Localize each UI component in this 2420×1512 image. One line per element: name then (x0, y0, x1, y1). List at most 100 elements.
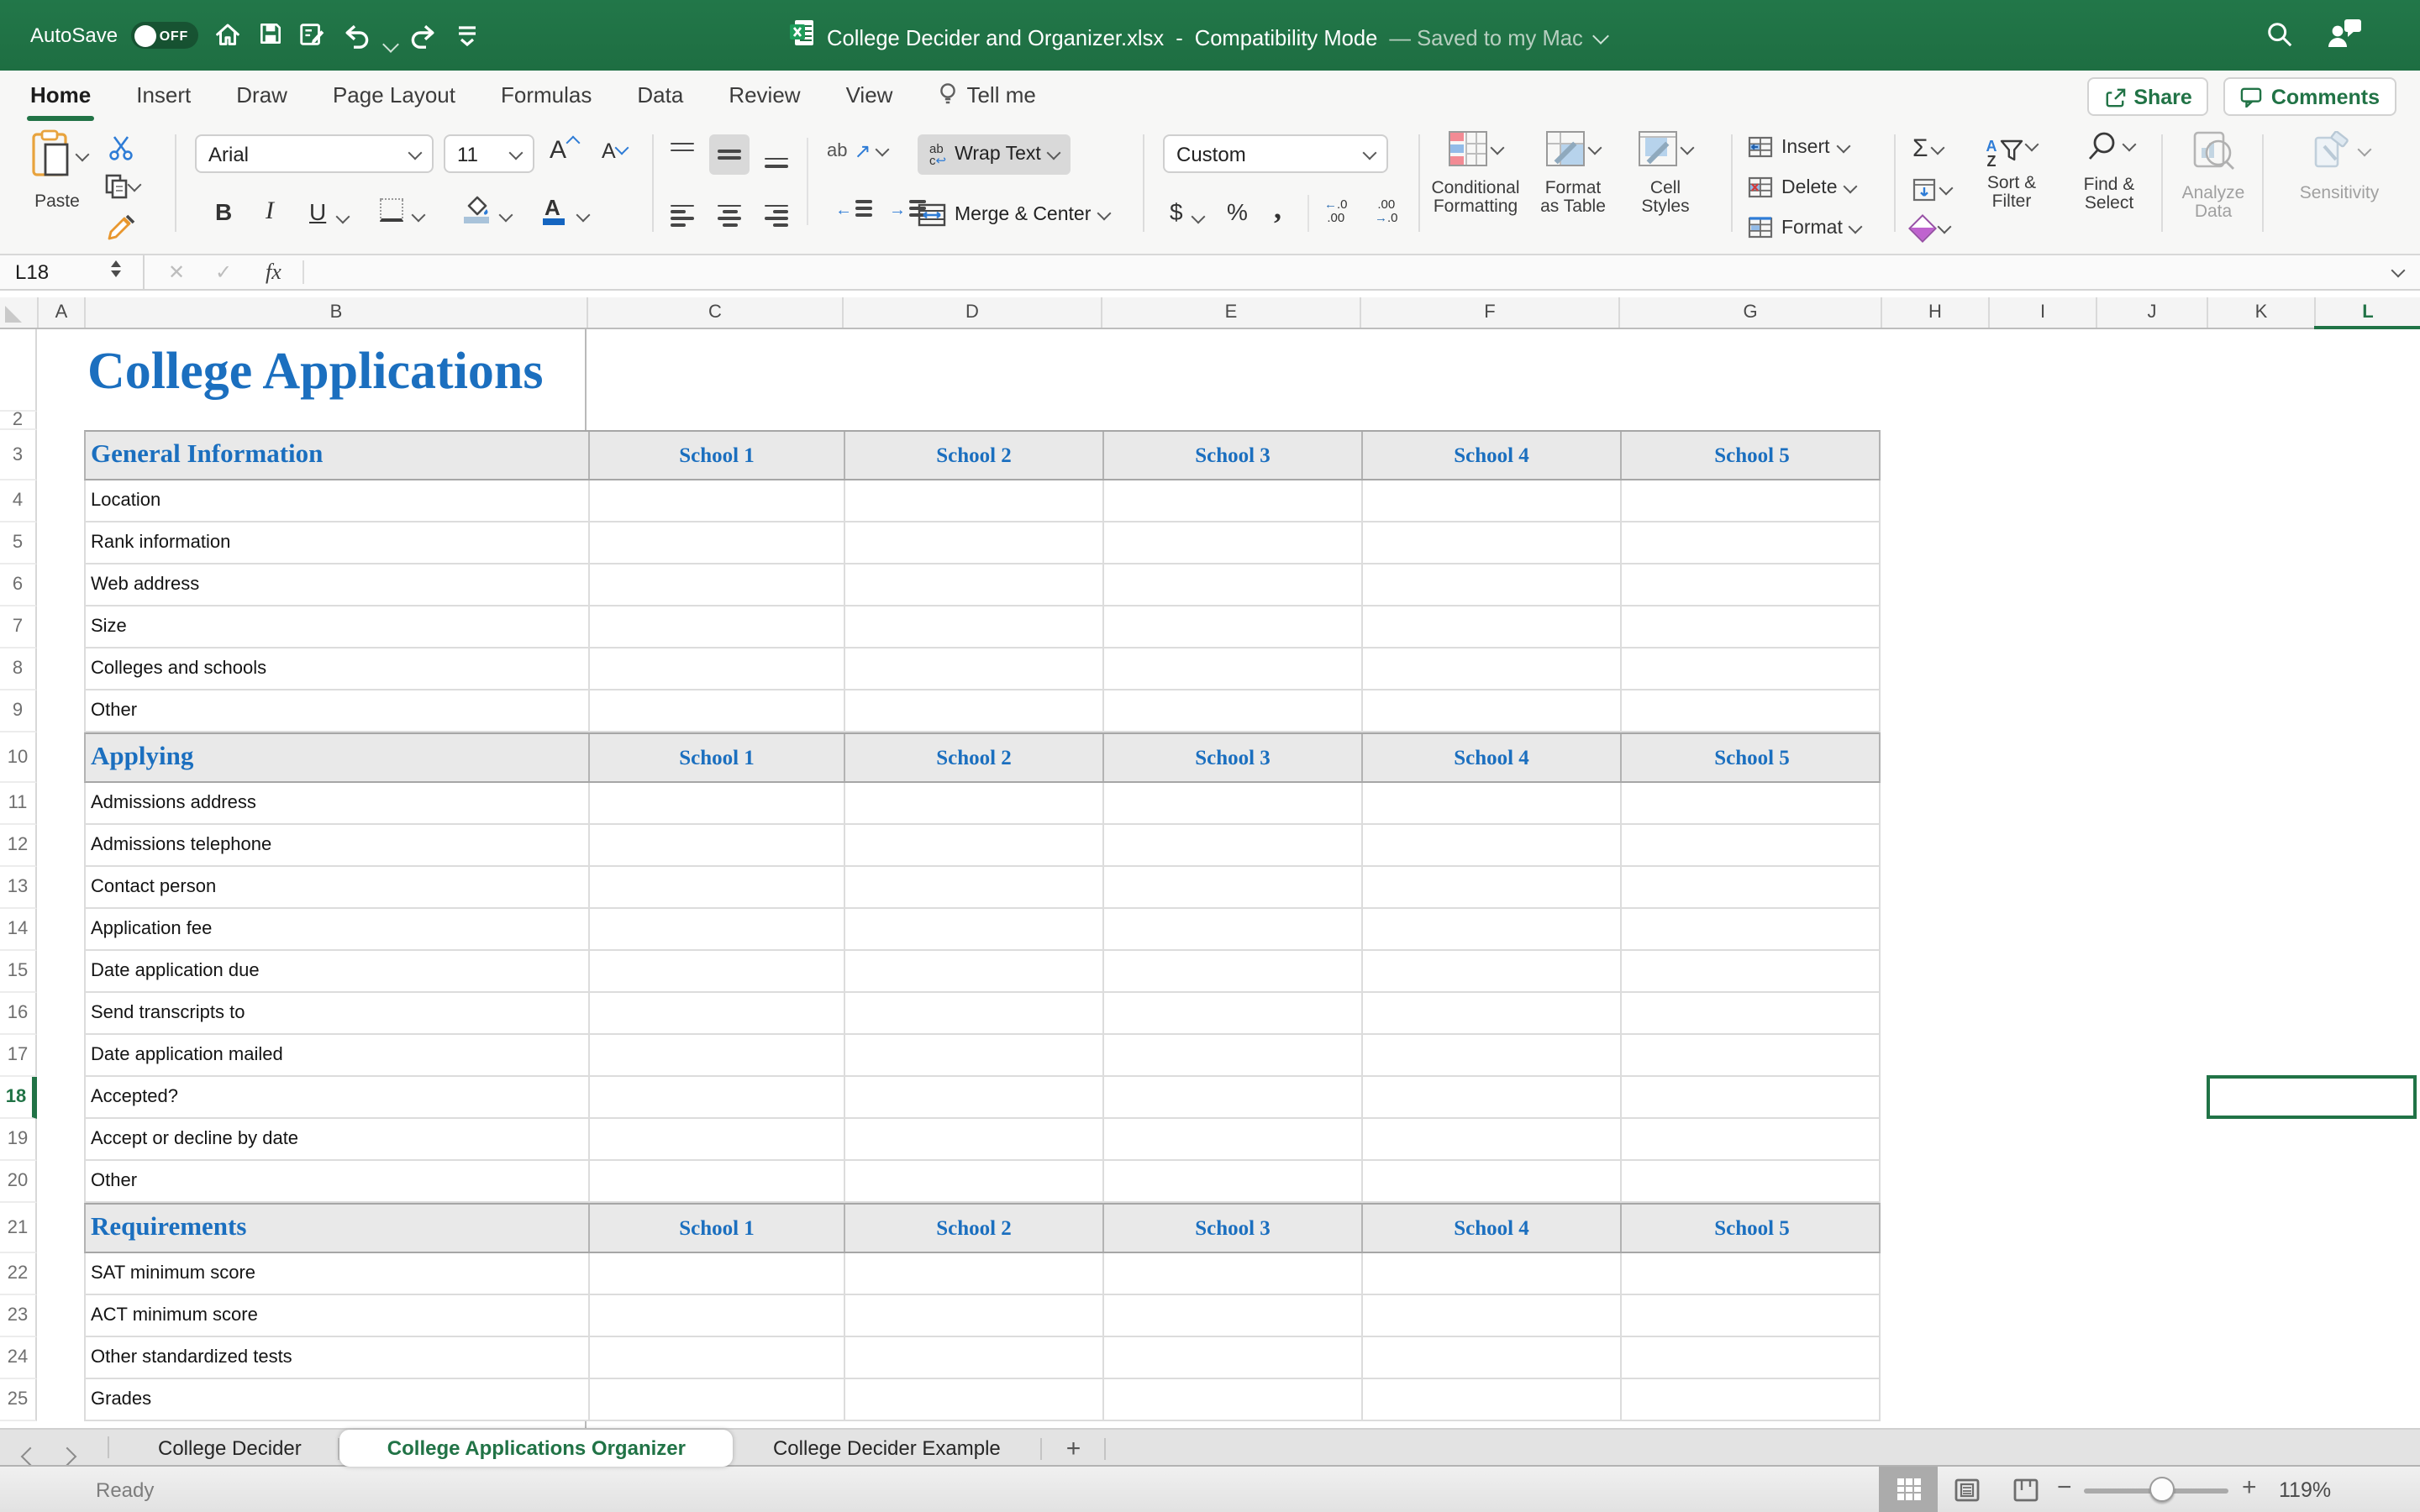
empty-cell[interactable] (1361, 522, 1620, 563)
empty-cell[interactable] (1361, 1295, 1620, 1336)
empty-cell[interactable] (844, 1035, 1102, 1075)
column-header-B[interactable]: B (84, 297, 587, 328)
enter-icon[interactable]: ✓ (215, 260, 232, 284)
empty-cell[interactable] (844, 1161, 1102, 1201)
redo-icon[interactable] (408, 22, 439, 57)
currency-dropdown-icon[interactable] (1191, 209, 1206, 224)
empty-cell[interactable] (1620, 783, 1879, 823)
row-header-11[interactable]: 11 (0, 783, 37, 825)
row-header-23[interactable]: 23 (0, 1295, 37, 1337)
empty-cell[interactable] (1620, 522, 1879, 563)
decrease-indent-button[interactable]: ← (835, 200, 872, 222)
empty-cell[interactable] (844, 951, 1102, 991)
row-header-24[interactable]: 24 (0, 1337, 37, 1379)
empty-cell[interactable] (1361, 1077, 1620, 1117)
fill-color-dropdown-icon[interactable] (498, 207, 513, 223)
empty-cell[interactable] (588, 1161, 844, 1201)
empty-cell[interactable] (1102, 783, 1361, 823)
empty-cell[interactable] (844, 522, 1102, 563)
empty-cell[interactable] (588, 690, 844, 731)
column-header-E[interactable]: E (1101, 297, 1360, 328)
formula-bar-expand-icon[interactable] (2391, 263, 2406, 278)
section-label-cell[interactable]: Applying (86, 734, 588, 781)
empty-cell[interactable] (844, 825, 1102, 865)
sort-filter-button[interactable]: A Z Sort & Filter (1966, 129, 2057, 212)
wrap-text-button[interactable]: ab c↩ Wrap Text (918, 134, 1071, 175)
copy-icon[interactable] (104, 173, 142, 200)
zoom-in-button[interactable]: + (2242, 1473, 2257, 1502)
column-header-J[interactable]: J (2096, 297, 2207, 328)
empty-cell[interactable] (844, 783, 1102, 823)
undo-dropdown-icon[interactable] (376, 32, 399, 62)
autosave-toggle[interactable]: OFF (131, 22, 199, 49)
empty-cell[interactable] (1361, 480, 1620, 521)
empty-cell[interactable] (1102, 867, 1361, 907)
row-header-3[interactable]: 3 (0, 430, 37, 480)
empty-cell[interactable] (1361, 909, 1620, 949)
empty-cell[interactable] (1620, 993, 1879, 1033)
bold-button[interactable]: B (215, 198, 232, 225)
row-header-10[interactable]: 10 (0, 732, 37, 783)
row-header-8[interactable]: 8 (0, 648, 37, 690)
row-label-cell[interactable]: SAT minimum score (86, 1253, 588, 1294)
empty-cell[interactable] (1102, 690, 1361, 731)
align-bottom-button[interactable] (756, 134, 797, 175)
row-header-15[interactable]: 15 (0, 951, 37, 993)
empty-cell[interactable] (588, 1295, 844, 1336)
school-header-cell[interactable]: School 2 (844, 1205, 1102, 1252)
borders-icon[interactable] (380, 198, 403, 222)
column-header-L[interactable]: L (2314, 297, 2420, 329)
insert-cells-button[interactable]: Insert (1748, 136, 1851, 158)
row-header-25[interactable]: 25 (0, 1379, 37, 1421)
row-header-7[interactable]: 7 (0, 606, 37, 648)
school-header-cell[interactable]: School 2 (844, 432, 1102, 479)
row-label-cell[interactable]: Other standardized tests (86, 1337, 588, 1378)
save-icon[interactable] (257, 20, 284, 55)
row-label-cell[interactable]: Other (86, 690, 588, 731)
empty-cell[interactable] (1361, 1161, 1620, 1201)
empty-cell[interactable] (1102, 1119, 1361, 1159)
empty-cell[interactable] (1102, 1337, 1361, 1378)
row-header-21[interactable]: 21 (0, 1203, 37, 1253)
shrink-font-button[interactable]: A (602, 139, 630, 163)
page-layout-view-button[interactable] (1938, 1467, 1996, 1512)
empty-cell[interactable] (588, 825, 844, 865)
paste-button[interactable]: Paste (17, 129, 97, 212)
row-header-5[interactable]: 5 (0, 522, 37, 564)
home-icon[interactable] (213, 20, 242, 57)
empty-cell[interactable] (844, 993, 1102, 1033)
number-format-select[interactable]: Custom (1163, 134, 1388, 173)
zoom-slider-thumb[interactable] (2149, 1477, 2175, 1502)
empty-cell[interactable] (588, 1253, 844, 1294)
column-header-A[interactable]: A (37, 297, 84, 328)
empty-cell[interactable] (588, 909, 844, 949)
undo-icon[interactable] (341, 22, 371, 57)
row-label-cell[interactable]: Date application mailed (86, 1035, 588, 1075)
row-header-1[interactable] (0, 329, 37, 412)
empty-cell[interactable] (1620, 1077, 1879, 1117)
empty-cell[interactable] (1620, 951, 1879, 991)
align-left-button[interactable] (662, 195, 702, 235)
row-label-cell[interactable]: Other (86, 1161, 588, 1201)
tab-draw[interactable]: Draw (236, 71, 287, 120)
school-header-cell[interactable]: School 1 (588, 734, 844, 781)
empty-cell[interactable] (1102, 564, 1361, 605)
empty-cell[interactable] (844, 1077, 1102, 1117)
section-label-cell[interactable]: General Information (86, 432, 588, 479)
empty-cell[interactable] (1361, 1253, 1620, 1294)
search-icon[interactable] (2265, 20, 2294, 57)
school-header-cell[interactable]: School 3 (1102, 432, 1361, 479)
empty-cell[interactable] (588, 1379, 844, 1420)
empty-cell[interactable] (844, 1379, 1102, 1420)
school-header-cell[interactable]: School 5 (1620, 734, 1879, 781)
underline-dropdown-icon[interactable] (335, 209, 350, 224)
empty-cell[interactable] (1361, 1035, 1620, 1075)
empty-cell[interactable] (1102, 522, 1361, 563)
row-label-cell[interactable]: Admissions address (86, 783, 588, 823)
zoom-out-button[interactable]: − (2057, 1473, 2072, 1502)
fill-color-icon[interactable] (464, 195, 491, 225)
empty-cell[interactable] (588, 480, 844, 521)
empty-cell[interactable] (588, 783, 844, 823)
grow-font-button[interactable]: A (550, 135, 581, 165)
row-label-cell[interactable]: Contact person (86, 867, 588, 907)
